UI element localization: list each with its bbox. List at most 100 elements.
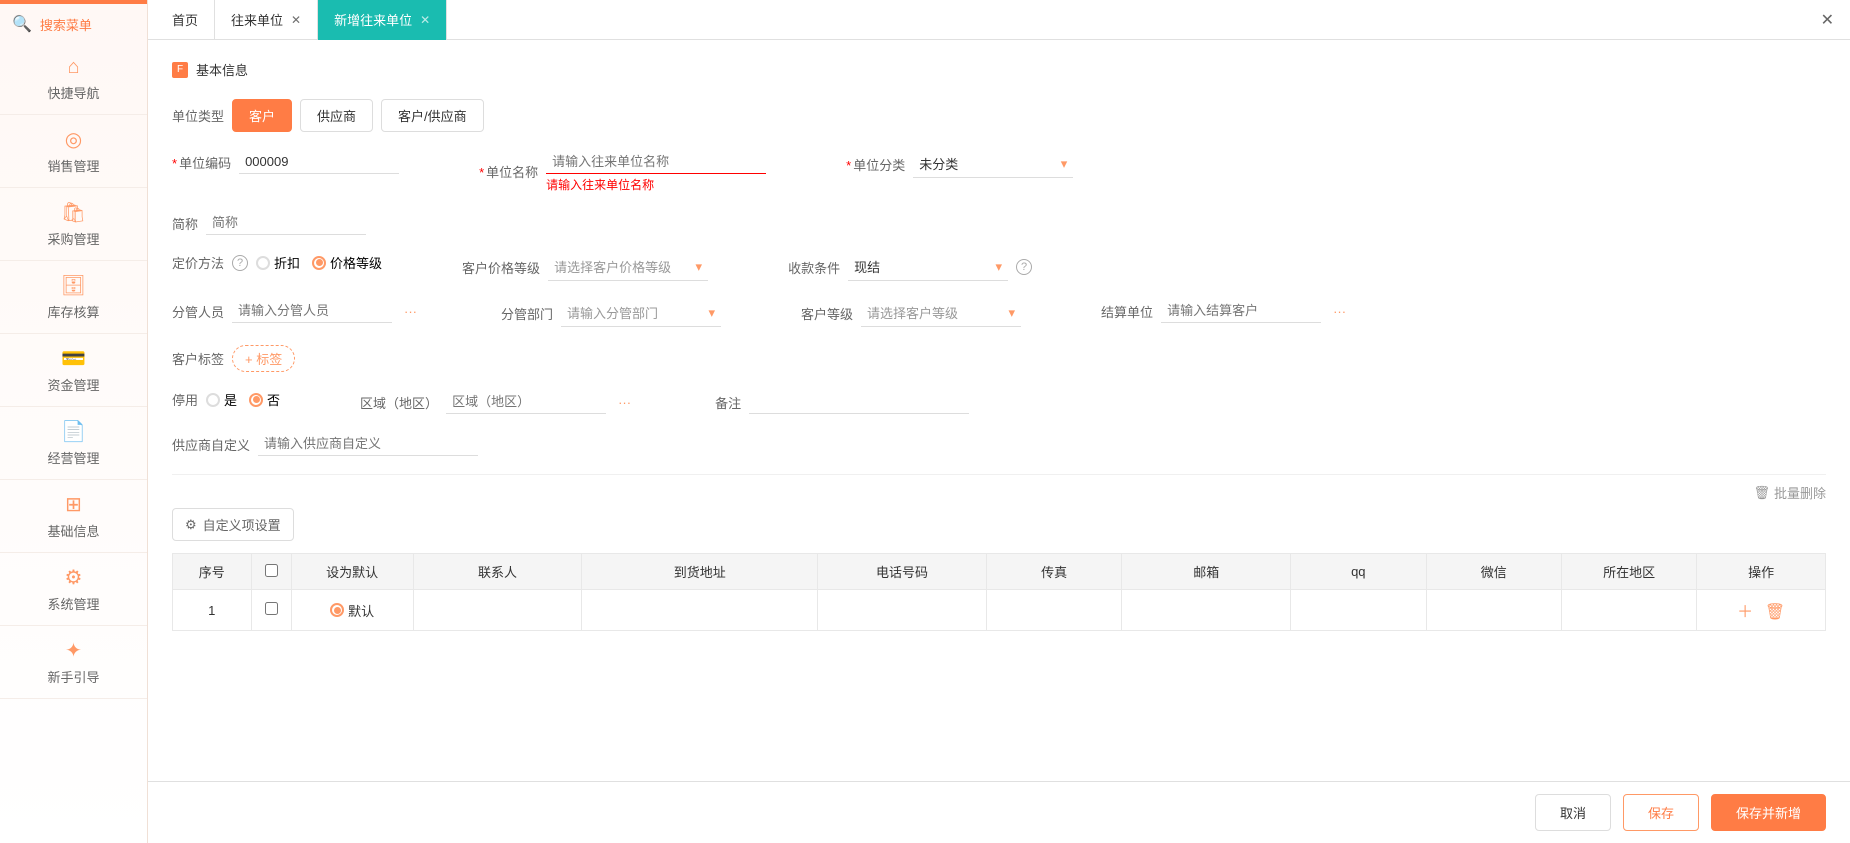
manager-more-btn[interactable]: ··· <box>400 304 421 319</box>
home-icon: ⌂ <box>67 56 79 79</box>
row-add-btn[interactable]: ＋ <box>1733 598 1757 622</box>
customer-price-level-placeholder: 请选择客户价格等级 <box>554 257 671 276</box>
disabled-no-item[interactable]: 否 <box>249 390 280 409</box>
row-delete-btn[interactable]: 🗑 <box>1761 602 1789 622</box>
cell-address[interactable] <box>582 590 818 631</box>
unit-type-btn-both[interactable]: 客户/供应商 <box>381 99 484 132</box>
sidebar-item-basic-info[interactable]: ⊞ 基础信息 <box>0 480 147 553</box>
cancel-button[interactable]: 取消 <box>1535 794 1611 831</box>
cell-phone[interactable] <box>818 590 987 631</box>
qq-input[interactable] <box>1328 603 1388 618</box>
sidebar-item-new-guide-label: 新手引导 <box>47 667 99 686</box>
unit-name-input[interactable] <box>546 150 766 174</box>
phone-input[interactable] <box>862 603 942 618</box>
row-checkbox[interactable] <box>265 602 278 615</box>
sidebar-item-sales[interactable]: ◎ 销售管理 <box>0 115 147 188</box>
batch-delete-label[interactable]: 批量删除 <box>1774 483 1826 502</box>
short-name-input[interactable] <box>206 211 366 235</box>
cell-contact[interactable] <box>413 590 582 631</box>
cell-default[interactable]: 默认 <box>291 590 413 631</box>
unit-name-label: 单位名称 <box>479 162 538 181</box>
cell-seq: 1 <box>173 590 252 631</box>
col-wechat: 微信 <box>1426 554 1561 590</box>
dept-select[interactable]: 请输入分管部门 ▾ <box>561 299 721 327</box>
tags-group: 客户标签 + 标签 <box>172 345 295 372</box>
pricing-radio-level[interactable]: 价格等级 <box>312 253 382 272</box>
supplier-custom-row: 供应商自定义 <box>172 432 1826 456</box>
disabled-group: 停用 是 否 <box>172 390 280 409</box>
disabled-yes-item[interactable]: 是 <box>206 390 237 409</box>
sidebar-item-quick-nav[interactable]: ⌂ 快捷导航 <box>0 44 147 115</box>
manager-input[interactable] <box>232 299 392 323</box>
tab-home[interactable]: 首页 <box>156 0 215 40</box>
payment-terms-select[interactable]: 现结 ▾ <box>848 253 1008 281</box>
custom-settings-btn[interactable]: ⚙ 自定义项设置 <box>172 508 294 541</box>
remarks-input[interactable] <box>749 390 969 414</box>
settlement-unit-more-btn[interactable]: ··· <box>1329 304 1350 319</box>
settlement-unit-input[interactable] <box>1161 299 1321 323</box>
sidebar-item-inventory[interactable]: 🗄 库存核算 <box>0 261 147 334</box>
region-more-btn[interactable]: ··· <box>614 395 635 410</box>
sidebar-item-operations[interactable]: 📄 经营管理 <box>0 407 147 480</box>
customer-price-level-select[interactable]: 请选择客户价格等级 ▾ <box>548 253 708 281</box>
unit-code-group: 单位编码 <box>172 150 399 174</box>
email-input[interactable] <box>1166 603 1246 618</box>
supplier-custom-input[interactable] <box>258 432 478 456</box>
sidebar-item-purchase[interactable]: 🛍 采购管理 <box>0 188 147 261</box>
save-new-button[interactable]: 保存并新增 <box>1711 794 1826 831</box>
default-radio-item[interactable]: 默认 <box>302 601 403 620</box>
form-content: F 基本信息 单位类型 客户 供应商 客户/供应商 单位编码 单位名称 <box>148 40 1850 781</box>
unit-type-btn-supplier[interactable]: 供应商 <box>300 99 373 132</box>
tab-new-counterparty-close[interactable]: ✕ <box>420 13 430 27</box>
cell-qq[interactable] <box>1291 590 1426 631</box>
sidebar-item-operations-label: 经营管理 <box>47 448 99 467</box>
cell-wechat[interactable] <box>1426 590 1561 631</box>
customer-price-level-group: 客户价格等级 请选择客户价格等级 ▾ <box>462 253 708 281</box>
tags-label: 客户标签 <box>172 349 224 368</box>
col-checkbox-all[interactable] <box>251 554 291 590</box>
tab-counterparty-close[interactable]: ✕ <box>291 13 301 27</box>
pricing-help-icon[interactable]: ? <box>232 255 248 271</box>
unit-category-value: 未分类 <box>919 154 958 173</box>
sidebar-search-label: 搜索菜单 <box>40 15 92 34</box>
sidebar-item-finance[interactable]: 💳 资金管理 <box>0 334 147 407</box>
sidebar-item-finance-label: 资金管理 <box>47 375 99 394</box>
batch-delete-area: 🗑 批量删除 <box>172 483 1826 502</box>
save-button[interactable]: 保存 <box>1623 794 1699 831</box>
sidebar-item-basic-info-label: 基础信息 <box>47 521 99 540</box>
sidebar-search[interactable]: 🔍 搜索菜单 <box>0 4 147 44</box>
fax-input[interactable] <box>1024 603 1084 618</box>
unit-category-select[interactable]: 未分类 ▾ <box>913 150 1073 178</box>
cell-region[interactable] <box>1561 590 1696 631</box>
row-region-input[interactable] <box>1599 603 1659 618</box>
tab-new-counterparty[interactable]: 新增往来单位 ✕ <box>318 0 447 40</box>
customer-level-select[interactable]: 请选择客户等级 ▾ <box>861 299 1021 327</box>
remarks-group: 备注 <box>715 390 969 414</box>
col-phone: 电话号码 <box>818 554 987 590</box>
sidebar-item-system[interactable]: ⚙ 系统管理 <box>0 553 147 626</box>
supplier-custom-label: 供应商自定义 <box>172 435 250 454</box>
cell-fax[interactable] <box>986 590 1121 631</box>
tab-counterparty[interactable]: 往来单位 ✕ <box>215 0 318 40</box>
cell-checkbox[interactable] <box>251 590 291 631</box>
sidebar-item-new-guide[interactable]: ✦ 新手引导 <box>0 626 147 699</box>
contact-input[interactable] <box>458 603 538 618</box>
wechat-input[interactable] <box>1464 603 1524 618</box>
add-tag-btn[interactable]: + 标签 <box>232 345 295 372</box>
address-input[interactable] <box>640 603 760 618</box>
window-close-btn[interactable]: ✕ <box>1813 10 1842 30</box>
default-radio-btn <box>330 603 344 617</box>
pricing-radio-discount[interactable]: 折扣 <box>256 253 300 272</box>
basic-info-icon: ⊞ <box>65 492 82 517</box>
customer-price-level-label: 客户价格等级 <box>462 258 540 277</box>
unit-type-group: 单位类型 客户 供应商 客户/供应商 <box>172 99 484 132</box>
unit-code-input[interactable] <box>239 150 399 174</box>
payment-terms-help-icon[interactable]: ? <box>1016 259 1032 275</box>
tab-counterparty-label: 往来单位 <box>231 10 283 29</box>
col-qq: qq <box>1291 554 1426 590</box>
unit-type-btn-customer[interactable]: 客户 <box>232 99 292 132</box>
cell-email[interactable] <box>1122 590 1291 631</box>
select-all-checkbox[interactable] <box>265 564 278 577</box>
unit-code-label: 单位编码 <box>172 153 231 172</box>
region-input[interactable] <box>446 390 606 414</box>
